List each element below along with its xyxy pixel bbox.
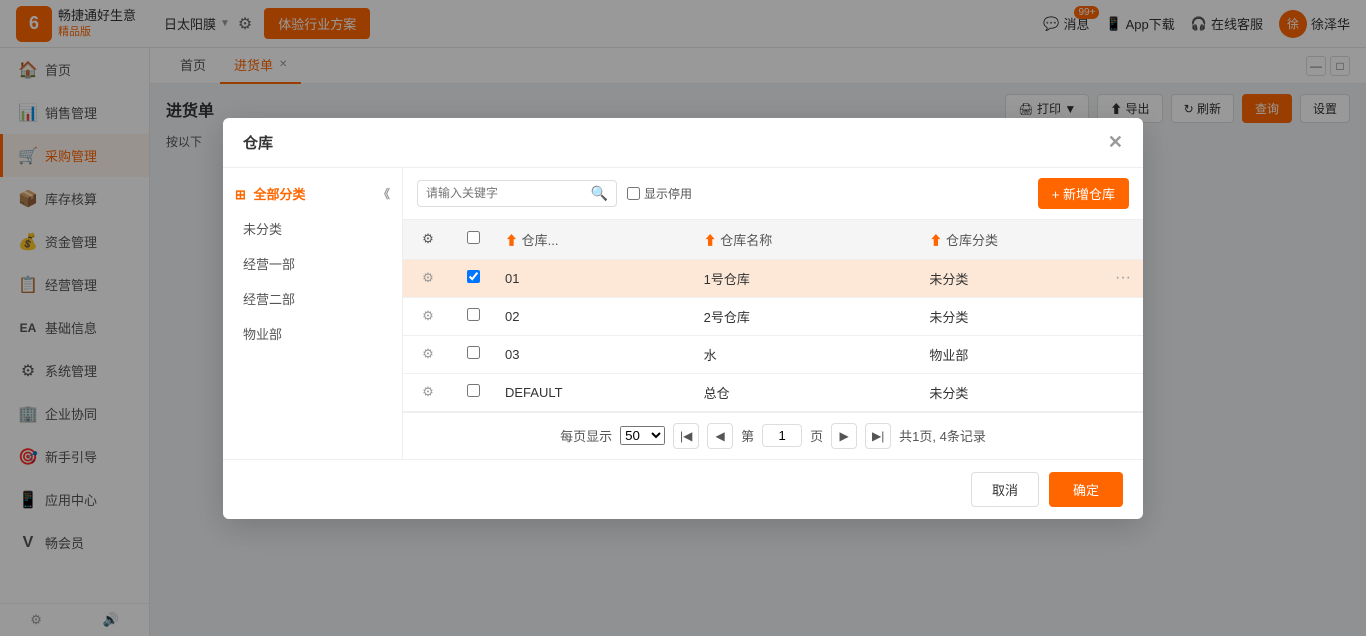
search-input[interactable] [426, 186, 591, 200]
row-check-0[interactable] [453, 259, 493, 297]
col-header-check [453, 220, 493, 260]
page-label: 页 [810, 426, 823, 445]
row-check-3[interactable] [453, 373, 493, 411]
row-gear-0[interactable]: ⚙ [403, 259, 453, 297]
dialog-overlay: 仓库 ✕ ⊞ 全部分类 《 未分类 经营一部 经营二部 物业部 [0, 0, 1366, 636]
cat-collapse-icon[interactable]: 《 [378, 185, 390, 202]
cat-item-2[interactable]: 经营二部 [223, 281, 402, 316]
row-gear-3[interactable]: ⚙ [403, 373, 453, 411]
grid-icon: ⊞ [235, 187, 246, 202]
page-next-btn[interactable]: ▶ [831, 423, 857, 449]
row-category-1: 未分类 [917, 297, 1143, 335]
col-header-gear: ⚙ [403, 220, 453, 260]
add-warehouse-btn[interactable]: + 新增仓库 [1038, 178, 1129, 209]
table-panel: 🔍 显示停用 + 新增仓库 ⚙ [403, 168, 1143, 459]
dialog-close-btn[interactable]: ✕ [1108, 132, 1123, 153]
page-first-btn[interactable]: |◀ [673, 423, 699, 449]
search-box[interactable]: 🔍 [417, 180, 617, 207]
cat-item-3[interactable]: 物业部 [223, 316, 402, 351]
row-code-2: 03 [493, 335, 692, 373]
col-cat-sort-icon: ⬆ [929, 233, 942, 248]
col-header-category: ⬆ 仓库分类 [917, 220, 1143, 260]
row-check-2[interactable] [453, 335, 493, 373]
search-icon: 🔍 [591, 185, 608, 202]
cat-item-0[interactable]: 未分类 [223, 211, 402, 246]
row-gear-1[interactable]: ⚙ [403, 297, 453, 335]
show-disabled-checkbox[interactable] [627, 187, 640, 200]
row-name-3: 总仓 [692, 373, 918, 411]
page-size-select[interactable]: 102050100 [620, 426, 665, 445]
page-size-label: 每页显示 [560, 426, 612, 445]
row-code-3: DEFAULT [493, 373, 692, 411]
select-all-checkbox[interactable] [467, 231, 480, 244]
sort-icon: ⬆ [505, 233, 518, 248]
table-row: ⚙ DEFAULT 总仓 未分类 [403, 373, 1143, 411]
category-all-btn[interactable]: ⊞ 全部分类 《 [223, 176, 402, 211]
page-last-btn[interactable]: ▶| [865, 423, 891, 449]
row-name-1: 2号仓库 [692, 297, 918, 335]
col-sort-icon: ⬆ [704, 233, 717, 248]
row-check-1[interactable] [453, 297, 493, 335]
dialog-title: 仓库 [243, 132, 273, 153]
table-row: ⚙ 03 水 物业部 [403, 335, 1143, 373]
confirm-btn[interactable]: 确定 [1049, 472, 1123, 507]
col-header-code: ⬆ 仓库... [493, 220, 692, 260]
show-disabled-checkbox-label[interactable]: 显示停用 [627, 185, 692, 202]
row-category-0: 未分类··· [917, 259, 1143, 297]
table-header-row: ⚙ ⬆ 仓库... ⬆ 仓库名称 [403, 220, 1143, 260]
data-table: ⚙ ⬆ 仓库... ⬆ 仓库名称 [403, 220, 1143, 412]
cat-item-1[interactable]: 经营一部 [223, 246, 402, 281]
row-category-3: 未分类 [917, 373, 1143, 411]
row-name-2: 水 [692, 335, 918, 373]
warehouse-dialog: 仓库 ✕ ⊞ 全部分类 《 未分类 经营一部 经营二部 物业部 [223, 118, 1143, 519]
page-input[interactable] [762, 424, 802, 447]
col-header-name: ⬆ 仓库名称 [692, 220, 918, 260]
table-row: ⚙ 01 1号仓库 未分类··· [403, 259, 1143, 297]
cancel-btn[interactable]: 取消 [971, 472, 1039, 507]
table-row: ⚙ 02 2号仓库 未分类 [403, 297, 1143, 335]
table-toolbar: 🔍 显示停用 + 新增仓库 [403, 168, 1143, 220]
page-prev-btn[interactable]: ◀ [707, 423, 733, 449]
row-code-0: 01 [493, 259, 692, 297]
row-category-2: 物业部 [917, 335, 1143, 373]
page-summary: 共1页, 4条记录 [899, 426, 986, 445]
dialog-body: ⊞ 全部分类 《 未分类 经营一部 经营二部 物业部 🔍 [223, 168, 1143, 459]
row-name-0: 1号仓库 [692, 259, 918, 297]
pagination: 每页显示 102050100 |◀ ◀ 第 页 ▶ ▶| 共1页, 4条记录 [403, 412, 1143, 459]
row-gear-2[interactable]: ⚙ [403, 335, 453, 373]
row-code-1: 02 [493, 297, 692, 335]
category-panel: ⊞ 全部分类 《 未分类 经营一部 经营二部 物业部 [223, 168, 403, 459]
dialog-footer: 取消 确定 [223, 459, 1143, 519]
row-more-btn-0[interactable]: ··· [1115, 269, 1131, 287]
dialog-header: 仓库 ✕ [223, 118, 1143, 168]
page-section-label: 第 [741, 426, 754, 445]
